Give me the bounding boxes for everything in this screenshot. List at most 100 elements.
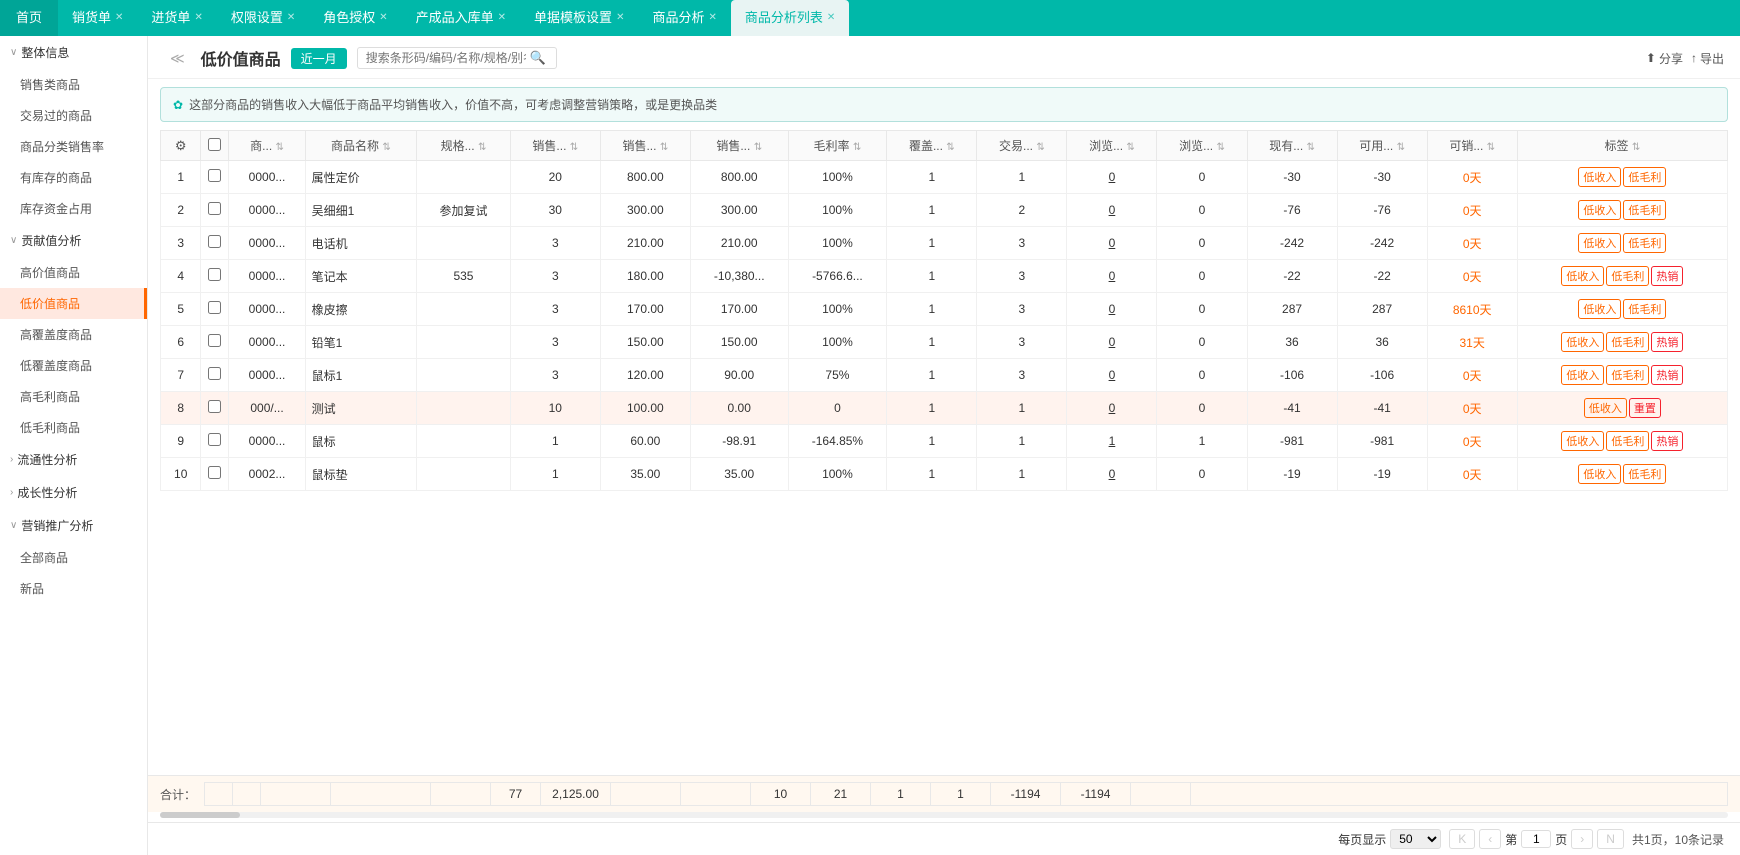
sidebar-item-high-value[interactable]: 高价值商品 xyxy=(0,257,147,288)
nav-permission-settings[interactable]: 权限设置 ✕ xyxy=(217,0,309,36)
close-icon[interactable]: ✕ xyxy=(287,0,295,36)
cell-view1[interactable]: 0 xyxy=(1067,326,1157,359)
close-icon[interactable]: ✕ xyxy=(194,0,202,36)
view-link[interactable]: 0 xyxy=(1109,401,1116,415)
col-view1[interactable]: 浏览... ⇅ xyxy=(1067,131,1157,161)
sort-icon[interactable]: ⇅ xyxy=(1397,142,1405,153)
sidebar-group-marketing[interactable]: ∨ 营销推广分析 xyxy=(0,509,147,542)
prev-page-button[interactable]: ‹ xyxy=(1479,829,1501,849)
cell-checkbox[interactable] xyxy=(201,392,229,425)
nav-purchase-order[interactable]: 进货单 ✕ xyxy=(137,0,216,36)
select-all-checkbox[interactable] xyxy=(208,138,221,151)
nav-template-settings[interactable]: 单据模板设置 ✕ xyxy=(520,0,638,36)
sort-icon[interactable]: ⇅ xyxy=(853,142,861,153)
horizontal-scrollbar[interactable] xyxy=(160,812,1728,818)
row-checkbox[interactable] xyxy=(208,334,221,347)
col-coverage[interactable]: 覆盖... ⇅ xyxy=(887,131,977,161)
collapse-sidebar-button[interactable]: ≪ xyxy=(164,50,191,67)
row-checkbox[interactable] xyxy=(208,466,221,479)
sidebar-group-circulation[interactable]: › 流通性分析 xyxy=(0,443,147,476)
sort-icon[interactable]: ⇅ xyxy=(570,142,578,153)
cell-view1[interactable]: 0 xyxy=(1067,392,1157,425)
col-gross-rate[interactable]: 毛利率 ⇅ xyxy=(788,131,887,161)
view-link[interactable]: 0 xyxy=(1109,236,1116,250)
next-page-button[interactable]: › xyxy=(1571,829,1593,849)
view-link[interactable]: 0 xyxy=(1109,170,1116,184)
col-checkbox[interactable] xyxy=(201,131,229,161)
row-checkbox[interactable] xyxy=(208,301,221,314)
cell-view1[interactable]: 0 xyxy=(1067,260,1157,293)
sort-icon[interactable]: ⇅ xyxy=(1126,142,1134,153)
col-current-stock[interactable]: 现有... ⇅ xyxy=(1247,131,1337,161)
page-size-select[interactable]: 20 50 100 xyxy=(1390,829,1441,849)
col-sale-qty[interactable]: 销售... ⇅ xyxy=(510,131,600,161)
cell-checkbox[interactable] xyxy=(201,425,229,458)
close-icon[interactable]: ✕ xyxy=(616,0,624,36)
cell-checkbox[interactable] xyxy=(201,293,229,326)
scrollbar-thumb[interactable] xyxy=(160,812,240,818)
cell-view1[interactable]: 0 xyxy=(1067,194,1157,227)
view-link[interactable]: 0 xyxy=(1109,335,1116,349)
row-checkbox[interactable] xyxy=(208,367,221,380)
col-sale-amt[interactable]: 销售... ⇅ xyxy=(600,131,690,161)
search-icon[interactable]: 🔍 xyxy=(530,50,546,66)
view-link[interactable]: 0 xyxy=(1109,269,1116,283)
view-link[interactable]: 1 xyxy=(1109,434,1116,448)
col-view2[interactable]: 浏览... ⇅ xyxy=(1157,131,1247,161)
nav-home[interactable]: 首页 xyxy=(0,0,58,36)
sort-icon[interactable]: ⇅ xyxy=(1307,142,1315,153)
cell-checkbox[interactable] xyxy=(201,260,229,293)
sidebar-item-all-goods[interactable]: 全部商品 xyxy=(0,542,147,573)
close-icon[interactable]: ✕ xyxy=(827,0,835,36)
close-icon[interactable]: ✕ xyxy=(379,0,387,36)
last-page-button[interactable]: N xyxy=(1597,829,1624,849)
col-name[interactable]: 商品名称 ⇅ xyxy=(305,131,417,161)
sidebar-item-low-coverage[interactable]: 低覆盖度商品 xyxy=(0,350,147,381)
sidebar-group-growth[interactable]: › 成长性分析 xyxy=(0,476,147,509)
nav-role-auth[interactable]: 角色授权 ✕ xyxy=(309,0,401,36)
sidebar-item-sales-goods[interactable]: 销售类商品 xyxy=(0,69,147,100)
cell-checkbox[interactable] xyxy=(201,227,229,260)
cell-view1[interactable]: 0 xyxy=(1067,161,1157,194)
col-gear[interactable]: ⚙ xyxy=(161,131,201,161)
view-link[interactable]: 0 xyxy=(1109,302,1116,316)
sidebar-item-traded-goods[interactable]: 交易过的商品 xyxy=(0,100,147,131)
sort-icon[interactable]: ⇅ xyxy=(1487,142,1495,153)
sort-icon[interactable]: ⇅ xyxy=(1036,142,1044,153)
sidebar-group-overview[interactable]: ∨ 整体信息 xyxy=(0,36,147,69)
row-checkbox[interactable] xyxy=(208,202,221,215)
nav-analysis-list[interactable]: 商品分析列表 ✕ xyxy=(731,0,849,36)
export-button[interactable]: ↑ 导出 xyxy=(1691,50,1724,67)
row-checkbox[interactable] xyxy=(208,433,221,446)
close-icon[interactable]: ✕ xyxy=(115,0,123,36)
close-icon[interactable]: ✕ xyxy=(498,0,506,36)
col-code[interactable]: 商... ⇅ xyxy=(229,131,305,161)
cell-checkbox[interactable] xyxy=(201,326,229,359)
sidebar-item-low-value[interactable]: 低价值商品 xyxy=(0,288,147,319)
cell-view1[interactable]: 0 xyxy=(1067,458,1157,491)
cell-checkbox[interactable] xyxy=(201,194,229,227)
sidebar-item-stock-funds[interactable]: 库存资金占用 xyxy=(0,193,147,224)
table-wrapper[interactable]: ⚙ 商... ⇅ 商品名称 ⇅ 规格... ⇅ 销售... ⇅ 销售... ⇅ … xyxy=(148,130,1740,775)
row-checkbox[interactable] xyxy=(208,400,221,413)
col-spec[interactable]: 规格... ⇅ xyxy=(417,131,511,161)
page-number-input[interactable] xyxy=(1521,830,1551,848)
col-avail-stock[interactable]: 可用... ⇅ xyxy=(1337,131,1427,161)
row-checkbox[interactable] xyxy=(208,268,221,281)
cell-view1[interactable]: 1 xyxy=(1067,425,1157,458)
sort-icon[interactable]: ⇅ xyxy=(946,142,954,153)
filter-recent-month-button[interactable]: 近一月 xyxy=(291,48,347,69)
gear-icon[interactable]: ⚙ xyxy=(175,138,187,153)
sort-icon[interactable]: ⇅ xyxy=(276,142,284,153)
cell-checkbox[interactable] xyxy=(201,359,229,392)
sort-icon[interactable]: ⇅ xyxy=(1632,142,1640,153)
sidebar-group-contribution[interactable]: ∨ 贡献值分析 xyxy=(0,224,147,257)
sidebar-item-stock-goods[interactable]: 有库存的商品 xyxy=(0,162,147,193)
col-trade[interactable]: 交易... ⇅ xyxy=(977,131,1067,161)
sort-icon[interactable]: ⇅ xyxy=(1216,142,1224,153)
cell-view1[interactable]: 0 xyxy=(1067,293,1157,326)
sort-icon[interactable]: ⇅ xyxy=(754,142,762,153)
sidebar-item-high-margin[interactable]: 高毛利商品 xyxy=(0,381,147,412)
sort-icon[interactable]: ⇅ xyxy=(660,142,668,153)
sidebar-item-low-margin[interactable]: 低毛利商品 xyxy=(0,412,147,443)
